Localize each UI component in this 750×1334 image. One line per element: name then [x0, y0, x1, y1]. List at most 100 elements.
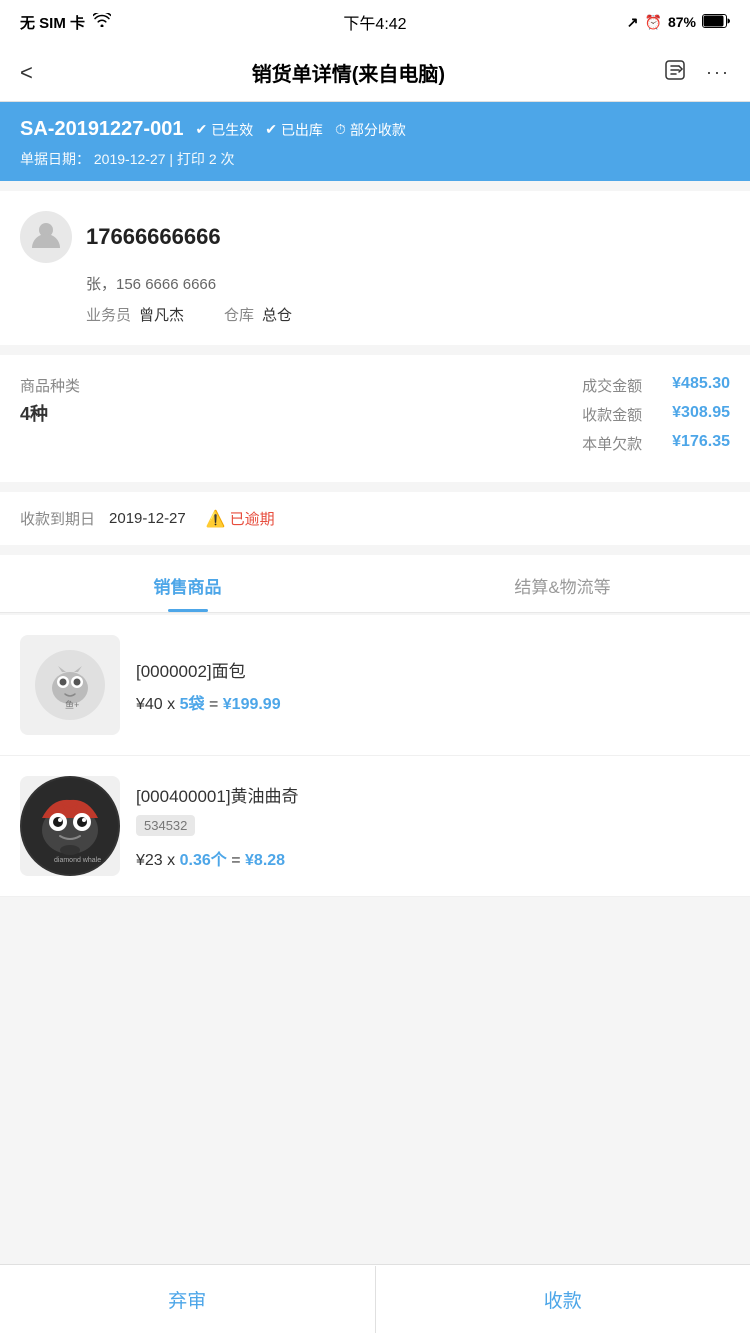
print-info: | 打印 2 次 — [169, 151, 234, 167]
customer-main-row: 17666666666 — [20, 211, 730, 263]
badge-activated: ✔ 已生效 — [195, 120, 253, 140]
reject-button[interactable]: 弃审 — [0, 1266, 376, 1333]
debt-value: ¥176.35 — [672, 433, 730, 454]
bread-price: ¥40 — [136, 696, 163, 713]
deal-amount-row: 成交金额 ¥485.30 — [582, 375, 730, 396]
status-badges: ✔ 已生效 ✔ 已出库 ⏱ 部分收款 — [195, 120, 405, 140]
overdue-icon: ⚠️ — [206, 509, 226, 529]
badge-shipped: ✔ 已出库 — [265, 120, 323, 140]
warehouse-label: 仓库 — [224, 304, 254, 325]
product-image-bread: 鱼+ — [20, 635, 120, 735]
due-date-section: 收款到期日 2019-12-27 ⚠️ 已逾期 — [0, 492, 750, 545]
tab-settlement-logistics[interactable]: 结算&物流等 — [375, 555, 750, 612]
due-date: 2019-12-27 — [109, 510, 186, 527]
svg-text:diamond whale: diamond whale — [54, 857, 101, 864]
staff-warehouse-row: 业务员 曾凡杰 仓库 总仓 — [86, 304, 730, 325]
cookie-image: diamond whale — [20, 776, 120, 876]
order-date-info: 单据日期： 2019-12-27 | 打印 2 次 — [20, 149, 730, 169]
due-label: 收款到期日 — [20, 508, 95, 529]
export-icon[interactable] — [664, 59, 686, 87]
collect-payment-button[interactable]: 收款 — [376, 1266, 750, 1333]
bread-placeholder: 鱼+ — [20, 635, 120, 735]
tabs-section: 销售商品 结算&物流等 — [0, 555, 750, 613]
badge-partial-payment: ⏱ 部分收款 — [335, 120, 406, 140]
more-icon[interactable]: ··· — [706, 62, 730, 83]
wifi-icon — [93, 13, 111, 31]
order-id: SA-20191227-001 — [20, 118, 183, 141]
status-bar: 无 SIM 卡 下午4:42 ↗ ⏰ 87% — [0, 0, 750, 44]
bottom-bar: 弃审 收款 — [0, 1264, 750, 1334]
product-type-info: 商品种类 4种 — [20, 375, 80, 426]
order-date: 2019-12-27 — [94, 151, 166, 167]
bread-equals: = — [209, 696, 223, 713]
cookie-multiply: x — [167, 852, 179, 869]
carrier-label: 无 SIM 卡 — [20, 12, 85, 33]
cookie-qty: 0.36个 — [180, 852, 227, 869]
list-item: diamond whale [000400001]黄油曲奇 534532 ¥23… — [0, 756, 750, 897]
nav-right-actions: ··· — [664, 59, 730, 87]
back-button[interactable]: < — [20, 60, 33, 86]
badge-shipped-label: 已出库 — [281, 120, 323, 140]
tab-settlement-label: 结算&物流等 — [514, 578, 610, 597]
status-right: ↗ ⏰ 87% — [627, 14, 730, 31]
status-left: 无 SIM 卡 — [20, 12, 111, 33]
product-price-cookie: ¥23 x 0.36个 = ¥8.28 — [136, 846, 730, 870]
date-label: 单据日期： — [20, 151, 90, 167]
customer-section: 17666666666 张，156 6666 6666 业务员 曾凡杰 仓库 总… — [0, 191, 750, 345]
product-name-bread: [0000002]面包 — [136, 657, 730, 682]
list-item: 鱼+ [0000002]面包 ¥40 x 5袋 = ¥199.99 — [0, 615, 750, 756]
cookie-total: ¥8.28 — [245, 852, 285, 869]
alarm-icon: ⏰ — [645, 14, 662, 31]
nav-bar: < 销货单详情(来自电脑) ··· — [0, 44, 750, 102]
tab-sales-products[interactable]: 销售商品 — [0, 555, 375, 612]
check-icon-2: ✔ — [265, 121, 277, 138]
product-info-cookie: [000400001]黄油曲奇 534532 ¥23 x 0.36个 = ¥8.… — [136, 782, 730, 870]
battery-label: 87% — [668, 14, 696, 30]
cookie-price: ¥23 — [136, 852, 163, 869]
badge-activated-label: 已生效 — [211, 120, 253, 140]
debt-label: 本单欠款 — [582, 433, 642, 454]
bread-multiply: x — [167, 696, 179, 713]
staff-name: 曾凡杰 — [139, 304, 184, 325]
banner-top-row: SA-20191227-001 ✔ 已生效 ✔ 已出库 ⏱ 部分收款 — [20, 118, 730, 141]
bread-qty: 5袋 — [180, 696, 205, 713]
page-title: 销货单详情(来自电脑) — [252, 58, 445, 87]
product-price-bread: ¥40 x 5袋 = ¥199.99 — [136, 690, 730, 714]
deal-amount-label: 成交金额 — [582, 375, 642, 396]
clock-icon: ⏱ — [335, 121, 346, 138]
overdue-text: 已逾期 — [230, 508, 275, 529]
location-icon: ↗ — [627, 14, 639, 31]
debt-row: 本单欠款 ¥176.35 — [582, 433, 730, 454]
product-info-bread: [0000002]面包 ¥40 x 5袋 = ¥199.99 — [136, 657, 730, 714]
collected-value: ¥308.95 — [672, 404, 730, 425]
warehouse-item: 仓库 总仓 — [224, 304, 292, 325]
staff-label: 业务员 — [86, 304, 131, 325]
amounts-info: 成交金额 ¥485.30 收款金额 ¥308.95 本单欠款 ¥176.35 — [582, 375, 730, 462]
type-label: 商品种类 — [20, 378, 80, 395]
bread-total: ¥199.99 — [223, 696, 281, 713]
status-time: 下午4:42 — [343, 10, 406, 34]
check-icon-1: ✔ — [195, 121, 207, 138]
deal-amount-value: ¥485.30 — [672, 375, 730, 396]
badge-partial-label: 部分收款 — [350, 120, 406, 140]
customer-name: 17666666666 — [86, 224, 221, 250]
svg-text:鱼+: 鱼+ — [65, 699, 79, 710]
product-image-cookie: diamond whale — [20, 776, 120, 876]
collected-amount-row: 收款金额 ¥308.95 — [582, 404, 730, 425]
cookie-equals: = — [231, 852, 245, 869]
products-section: 鱼+ [0000002]面包 ¥40 x 5袋 = ¥199.99 — [0, 615, 750, 897]
warehouse-name: 总仓 — [262, 304, 292, 325]
tab-sales-products-label: 销售商品 — [154, 578, 222, 597]
collected-label: 收款金额 — [582, 404, 642, 425]
type-value: 4种 — [20, 400, 80, 426]
staff-item: 业务员 曾凡杰 — [86, 304, 184, 325]
product-sku-cookie: 534532 — [136, 815, 195, 836]
avatar — [20, 211, 72, 263]
overdue-badge: ⚠️ 已逾期 — [206, 508, 275, 529]
customer-contact: 张，156 6666 6666 — [86, 273, 730, 294]
product-name-cookie: [000400001]黄油曲奇 — [136, 782, 730, 807]
avatar-icon — [30, 218, 62, 257]
battery-icon — [702, 14, 730, 31]
summary-section: 商品种类 4种 成交金额 ¥485.30 收款金额 ¥308.95 本单欠款 ¥… — [0, 355, 750, 482]
order-header-banner: SA-20191227-001 ✔ 已生效 ✔ 已出库 ⏱ 部分收款 单据日期：… — [0, 102, 750, 181]
